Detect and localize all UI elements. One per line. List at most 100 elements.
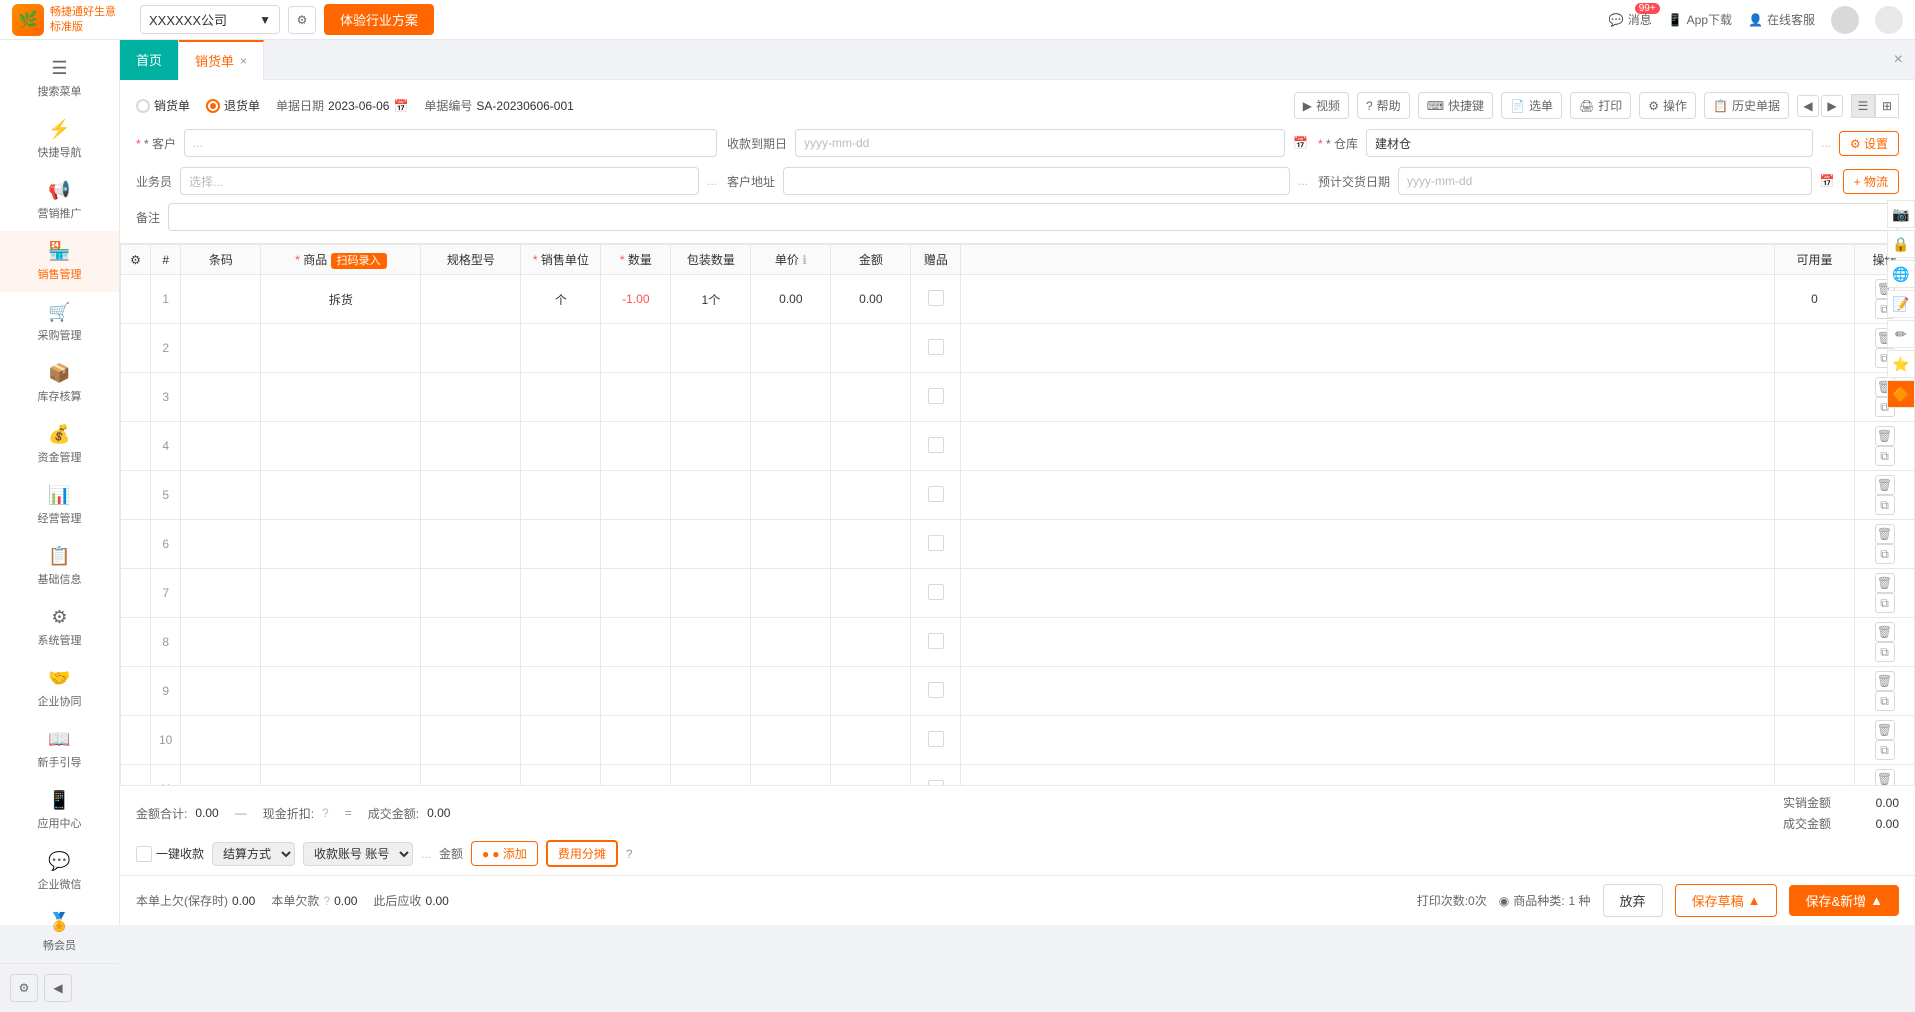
sidebar-item-member[interactable]: 🏅 畅会员: [0, 902, 119, 963]
row-barcode-8[interactable]: [181, 667, 261, 716]
row-price-8[interactable]: [751, 667, 831, 716]
sidebar-item-purchase[interactable]: 🛒 采购管理: [0, 292, 119, 353]
operate-button[interactable]: ⚙ 操作: [1639, 92, 1696, 119]
row-price-9[interactable]: [751, 716, 831, 765]
row-amount-5[interactable]: [831, 520, 911, 569]
row-amount-3[interactable]: [831, 422, 911, 471]
avatar[interactable]: [1831, 6, 1859, 34]
row-price-1[interactable]: [751, 324, 831, 373]
row-spec-10[interactable]: [421, 765, 521, 786]
row-amount-0[interactable]: 0.00: [831, 275, 911, 324]
shortcut-button[interactable]: ⌨ 快捷键: [1418, 92, 1493, 119]
row-spec-4[interactable]: [421, 471, 521, 520]
scan-btn[interactable]: 扫码录入: [331, 253, 387, 269]
row-gift-7[interactable]: [911, 618, 961, 667]
calendar-icon[interactable]: 📅: [393, 99, 408, 113]
message-button[interactable]: 💬 消息 99+: [1609, 11, 1652, 28]
add-button[interactable]: ● ● 添加: [471, 841, 538, 866]
row-pack-4[interactable]: [671, 471, 751, 520]
row-amount-4[interactable]: [831, 471, 911, 520]
row-unit-4[interactable]: [521, 471, 601, 520]
row-price-2[interactable]: [751, 373, 831, 422]
row-copy-5[interactable]: ⧉: [1875, 544, 1895, 564]
row-qty-9[interactable]: [601, 716, 671, 765]
calendar3-icon[interactable]: 📅: [1820, 174, 1835, 188]
calendar2-icon[interactable]: 📅: [1293, 136, 1308, 150]
row-gift-0[interactable]: [911, 275, 961, 324]
window-close-icon[interactable]: ×: [1894, 51, 1903, 69]
row-qty-3[interactable]: [601, 422, 671, 471]
row-qty-1[interactable]: [601, 324, 671, 373]
row-pack-9[interactable]: [671, 716, 751, 765]
row-gift-10[interactable]: [911, 765, 961, 786]
row-gift-9[interactable]: [911, 716, 961, 765]
row-unit-6[interactable]: [521, 569, 601, 618]
row-pack-1[interactable]: [671, 324, 751, 373]
row-qty-0[interactable]: -1.00: [601, 275, 671, 324]
sidebar-item-finance[interactable]: 💰 资金管理: [0, 414, 119, 475]
row-copy-6[interactable]: ⧉: [1875, 593, 1895, 613]
row-pack-5[interactable]: [671, 520, 751, 569]
set-button[interactable]: ⚙ 设置: [1839, 131, 1899, 156]
row-spec-6[interactable]: [421, 569, 521, 618]
row-delete-8[interactable]: 🗑: [1875, 671, 1895, 691]
row-delete-5[interactable]: 🗑: [1875, 524, 1895, 544]
row-barcode-4[interactable]: [181, 471, 261, 520]
grid-view-button[interactable]: ⊞: [1875, 94, 1899, 118]
row-price-3[interactable]: [751, 422, 831, 471]
row-copy-9[interactable]: ⧉: [1875, 740, 1895, 760]
row-pack-3[interactable]: [671, 422, 751, 471]
row-copy-3[interactable]: ⧉: [1875, 446, 1895, 466]
row-product-2[interactable]: [261, 373, 421, 422]
row-barcode-6[interactable]: [181, 569, 261, 618]
row-pack-7[interactable]: [671, 618, 751, 667]
sidebar-settings-button[interactable]: ⚙: [10, 974, 38, 1002]
float-note[interactable]: 📝: [1887, 290, 1915, 318]
row-delete-6[interactable]: 🗑: [1875, 573, 1895, 593]
row-pack-10[interactable]: [671, 765, 751, 786]
sidebar-item-basic-info[interactable]: 📋 基础信息: [0, 536, 119, 597]
row-product-3[interactable]: [261, 422, 421, 471]
sidebar-item-marketing[interactable]: 📢 营销推广: [0, 170, 119, 231]
col-header-settings[interactable]: ⚙: [121, 245, 151, 275]
sidebar-item-inventory[interactable]: 📦 库存核算: [0, 353, 119, 414]
app-download-button[interactable]: 📱 App下载: [1668, 11, 1732, 28]
row-spec-0[interactable]: [421, 275, 521, 324]
row-product-6[interactable]: [261, 569, 421, 618]
row-gift-4[interactable]: [911, 471, 961, 520]
float-star[interactable]: ⭐: [1887, 350, 1915, 378]
sidebar-item-enterprise[interactable]: 🤝 企业协同: [0, 658, 119, 719]
row-unit-0[interactable]: 个: [521, 275, 601, 324]
row-gift-6[interactable]: [911, 569, 961, 618]
sidebar-collapse-button[interactable]: ◀: [44, 974, 72, 1002]
row-unit-3[interactable]: [521, 422, 601, 471]
row-unit-5[interactable]: [521, 520, 601, 569]
row-product-4[interactable]: [261, 471, 421, 520]
tab-close-icon[interactable]: ×: [240, 54, 247, 68]
row-product-10[interactable]: [261, 765, 421, 786]
fee-button[interactable]: 费用分摊: [546, 840, 618, 867]
row-barcode-3[interactable]: [181, 422, 261, 471]
sidebar-item-app[interactable]: 📱 应用中心: [0, 780, 119, 841]
float-edit[interactable]: ✏: [1887, 320, 1915, 348]
company-selector[interactable]: XXXXXX公司 ▼: [140, 5, 280, 34]
row-product-0[interactable]: 拆货: [261, 275, 421, 324]
tab-sale-order[interactable]: 销货单 ×: [179, 40, 264, 80]
row-amount-8[interactable]: [831, 667, 911, 716]
row-amount-1[interactable]: [831, 324, 911, 373]
row-pack-8[interactable]: [671, 667, 751, 716]
row-gift-5[interactable]: [911, 520, 961, 569]
row-copy-7[interactable]: ⧉: [1875, 642, 1895, 662]
row-spec-7[interactable]: [421, 618, 521, 667]
settlement-method-select[interactable]: 结算方式: [212, 842, 295, 866]
row-price-5[interactable]: [751, 520, 831, 569]
settings-icon[interactable]: ⚙: [288, 6, 316, 34]
row-copy-4[interactable]: ⧉: [1875, 495, 1895, 515]
row-amount-2[interactable]: [831, 373, 911, 422]
row-unit-9[interactable]: [521, 716, 601, 765]
row-product-1[interactable]: [261, 324, 421, 373]
sidebar-item-guide[interactable]: 📖 新手引导: [0, 719, 119, 780]
row-qty-7[interactable]: [601, 618, 671, 667]
save-new-button[interactable]: 保存&新增 ▲: [1789, 885, 1899, 916]
row-pack-6[interactable]: [671, 569, 751, 618]
